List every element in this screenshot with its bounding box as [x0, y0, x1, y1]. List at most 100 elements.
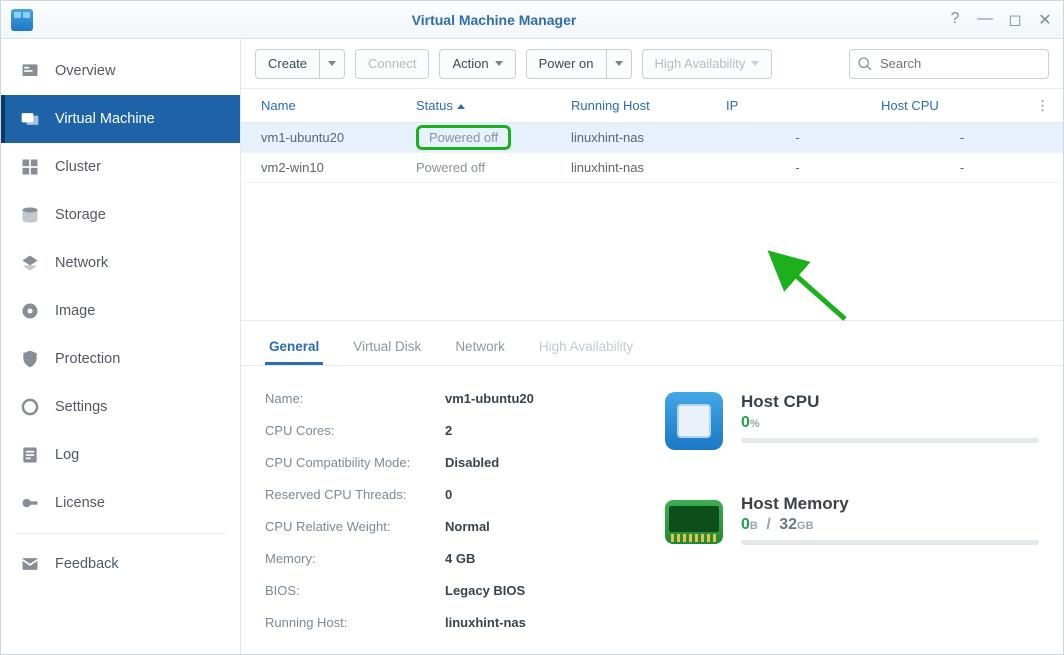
settings-icon — [19, 396, 41, 418]
detail-value: Disabled — [445, 455, 499, 470]
detail-value: Legacy BIOS — [445, 583, 525, 598]
cell-host: linuxhint-nas — [565, 160, 720, 175]
detail-key: CPU Cores: — [265, 423, 445, 438]
sidebar-item-feedback[interactable]: Feedback — [1, 540, 240, 588]
maximize-icon[interactable]: ◻ — [1007, 10, 1023, 30]
stat-title: Host Memory — [741, 494, 1039, 514]
power-on-button[interactable]: Power on — [526, 49, 607, 79]
detail-value: 4 GB — [445, 551, 475, 566]
detail-key: Name: — [265, 391, 445, 406]
sidebar-item-label: Settings — [55, 399, 107, 415]
detail-value: Normal — [445, 519, 490, 534]
feedback-icon — [19, 553, 41, 575]
column-name[interactable]: Name — [255, 98, 410, 113]
cluster-icon — [19, 156, 41, 178]
stat-unit: B — [750, 520, 758, 532]
table-row[interactable]: vm2-win10 Powered off linuxhint-nas - - — [241, 153, 1063, 183]
action-button[interactable]: Action — [439, 49, 515, 79]
sidebar-item-cluster[interactable]: Cluster — [1, 143, 240, 191]
stat-progress — [741, 540, 1039, 545]
cell-name: vm1-ubuntu20 — [255, 130, 410, 145]
sidebar-item-storage[interactable]: Storage — [1, 191, 240, 239]
table-header: Name Status Running Host IP Host CPU ⋮ — [241, 89, 1063, 123]
toolbar: Create Connect Action Power on High Avai… — [241, 39, 1063, 89]
power-on-dropdown[interactable] — [607, 49, 632, 79]
column-status[interactable]: Status — [410, 98, 565, 113]
tab-high-availability[interactable]: High Availability — [535, 331, 637, 365]
chevron-down-icon — [615, 61, 623, 66]
sidebar-item-protection[interactable]: Protection — [1, 335, 240, 383]
detail-value: 2 — [445, 423, 452, 438]
stat-title: Host CPU — [741, 392, 1039, 412]
sort-asc-icon — [457, 104, 465, 109]
column-options-icon[interactable]: ⋮ — [1036, 98, 1049, 114]
stat-host-memory: Host Memory 0B / 32GB — [665, 494, 1039, 545]
window-title: Virtual Machine Manager — [41, 12, 947, 28]
stat-unit: % — [750, 418, 760, 430]
network-icon — [19, 252, 41, 274]
stat-progress — [741, 438, 1039, 443]
sidebar-item-image[interactable]: Image — [1, 287, 240, 335]
detail-value: vm1-ubuntu20 — [445, 391, 534, 406]
sidebar-item-network[interactable]: Network — [1, 239, 240, 287]
sidebar-item-label: Overview — [55, 63, 115, 79]
sidebar-separator — [15, 533, 226, 534]
detail-properties: Name:vm1-ubuntu20 CPU Cores:2 CPU Compat… — [265, 382, 645, 638]
stat-host-cpu: Host CPU 0% — [665, 392, 1039, 450]
detail-key: CPU Relative Weight: — [265, 519, 445, 534]
detail-key: CPU Compatibility Mode: — [265, 455, 445, 470]
storage-icon — [19, 204, 41, 226]
sidebar-item-label: Storage — [55, 207, 106, 223]
detail-tabs: General Virtual Disk Network High Availa… — [241, 321, 1063, 366]
sidebar-item-label: Image — [55, 303, 95, 319]
close-icon[interactable]: ✕ — [1037, 10, 1053, 30]
chevron-down-icon — [751, 61, 759, 66]
sidebar: Overview Virtual Machine Cluster Storage… — [1, 39, 241, 654]
cell-status: Powered off — [410, 125, 565, 150]
minimize-icon[interactable]: — — [977, 10, 993, 30]
memory-icon — [665, 500, 723, 544]
create-dropdown[interactable] — [320, 49, 345, 79]
stat-total: 32 — [779, 516, 797, 533]
table-row[interactable]: vm1-ubuntu20 Powered off linuxhint-nas -… — [241, 123, 1063, 153]
column-ip[interactable]: IP — [720, 98, 875, 113]
image-icon — [19, 300, 41, 322]
stat-unit: GB — [797, 520, 814, 532]
detail-value: 0 — [445, 487, 452, 502]
cpu-icon — [665, 392, 723, 450]
sidebar-item-label: Protection — [55, 351, 120, 367]
cell-cpu: - — [875, 130, 1049, 145]
cell-cpu: - — [875, 160, 1049, 175]
log-icon — [19, 444, 41, 466]
tab-virtual-disk[interactable]: Virtual Disk — [349, 331, 425, 365]
detail-key: Running Host: — [265, 615, 445, 630]
tab-general[interactable]: General — [265, 331, 323, 365]
search-icon — [857, 56, 873, 72]
column-running-host[interactable]: Running Host — [565, 98, 720, 113]
sidebar-item-settings[interactable]: Settings — [1, 383, 240, 431]
sidebar-item-license[interactable]: License — [1, 479, 240, 527]
cell-name: vm2-win10 — [255, 160, 410, 175]
sidebar-item-label: Network — [55, 255, 108, 271]
connect-button[interactable]: Connect — [355, 49, 429, 79]
detail-key: Reserved CPU Threads: — [265, 487, 445, 502]
help-icon[interactable]: ? — [947, 10, 963, 30]
create-button[interactable]: Create — [255, 49, 320, 79]
cell-status: Powered off — [410, 160, 565, 175]
chevron-down-icon — [328, 61, 336, 66]
sidebar-item-overview[interactable]: Overview — [1, 47, 240, 95]
detail-key: BIOS: — [265, 583, 445, 598]
license-icon — [19, 492, 41, 514]
cell-ip: - — [720, 130, 875, 145]
tab-network[interactable]: Network — [451, 331, 509, 365]
titlebar: Virtual Machine Manager ? — ◻ ✕ — [1, 1, 1063, 39]
high-availability-button[interactable]: High Availability — [642, 49, 773, 79]
column-host-cpu[interactable]: Host CPU — [875, 98, 1036, 113]
chevron-down-icon — [495, 61, 503, 66]
search-input[interactable] — [849, 49, 1049, 79]
sidebar-item-virtual-machine[interactable]: Virtual Machine — [1, 95, 240, 143]
overview-icon — [19, 60, 41, 82]
sidebar-item-log[interactable]: Log — [1, 431, 240, 479]
cell-ip: - — [720, 160, 875, 175]
sidebar-item-label: Cluster — [55, 159, 101, 175]
